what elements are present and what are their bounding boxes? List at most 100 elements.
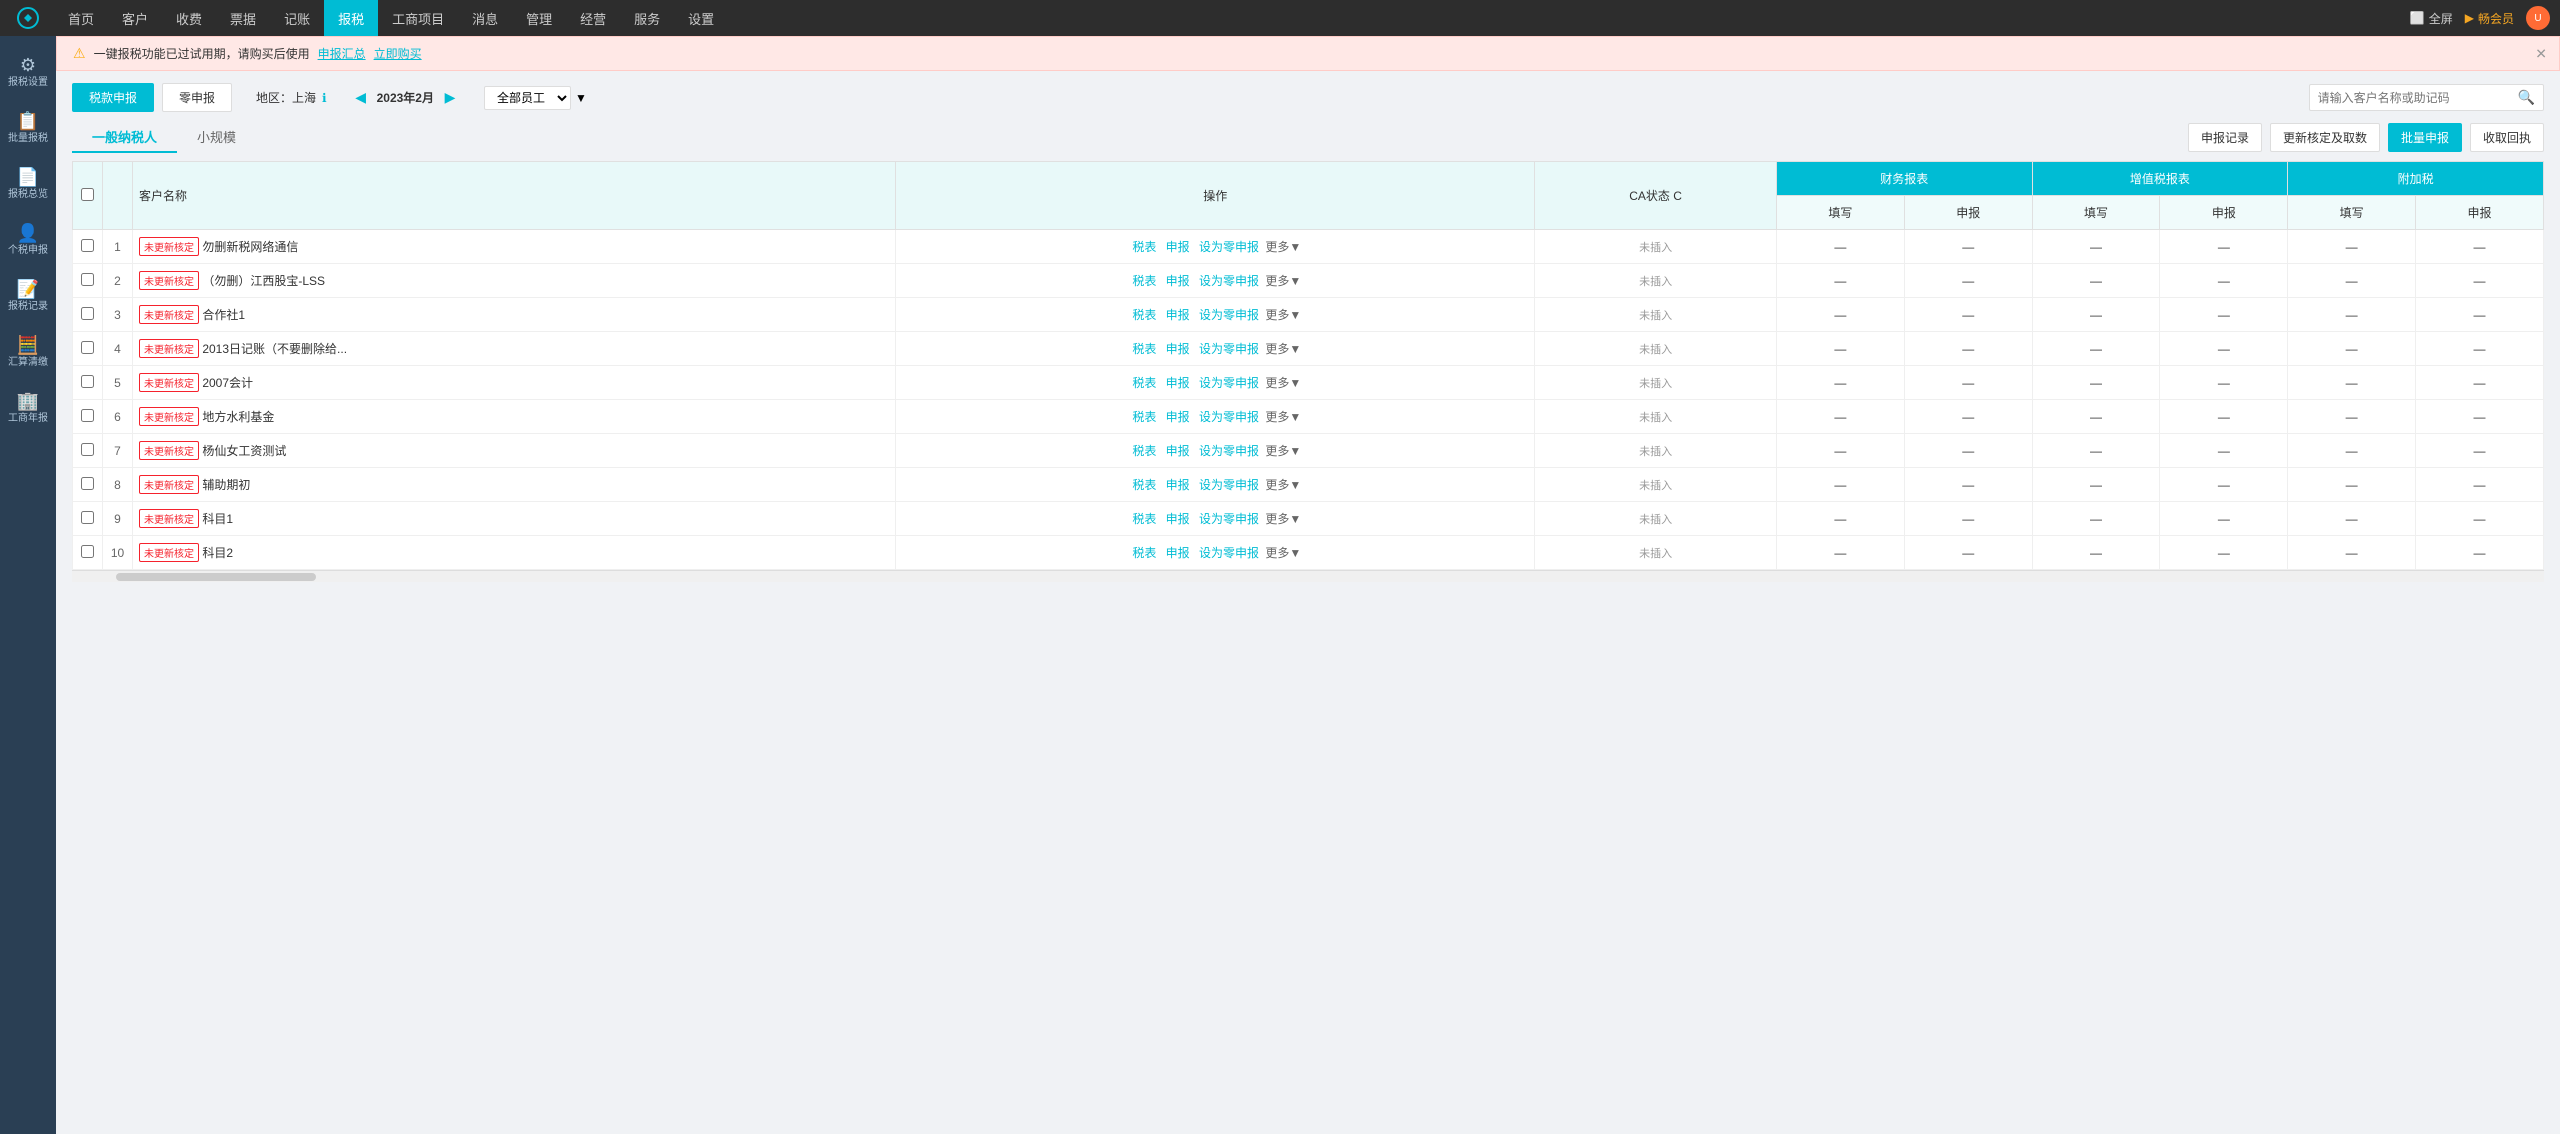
nav-settings[interactable]: 设置 — [674, 0, 728, 36]
row-op-declare-8[interactable]: 申报 — [1166, 512, 1190, 526]
nav-operations[interactable]: 经营 — [566, 0, 620, 36]
row-add-fill-5: — — [2288, 400, 2416, 434]
row-op-more-4[interactable]: 更多▼ — [1265, 376, 1301, 390]
row-checkbox-9[interactable] — [81, 545, 94, 558]
sidebar-item-personaltax[interactable]: 👤 个税申报 — [0, 212, 56, 268]
horizontal-scrollbar[interactable] — [72, 570, 2544, 582]
nav-invoice[interactable]: 票据 — [216, 0, 270, 36]
nav-home[interactable]: 首页 — [54, 0, 108, 36]
nav-management[interactable]: 管理 — [512, 0, 566, 36]
row-op-declare-0[interactable]: 申报 — [1166, 240, 1190, 254]
row-op-declare-6[interactable]: 申报 — [1166, 444, 1190, 458]
upgrade-button[interactable]: ▶ 畅会员 — [2465, 10, 2514, 27]
banner-link2[interactable]: 立即购买 — [374, 45, 422, 62]
row-op-more-8[interactable]: 更多▼ — [1265, 512, 1301, 526]
period-next-button[interactable]: ▶ — [440, 88, 460, 108]
row-op-more-2[interactable]: 更多▼ — [1265, 308, 1301, 322]
nav-message[interactable]: 消息 — [458, 0, 512, 36]
row-checkbox-8[interactable] — [81, 511, 94, 524]
sidebar-item-taxoverview[interactable]: 📄 报税总览 — [0, 156, 56, 212]
search-button[interactable]: 🔍 — [2510, 85, 2543, 110]
row-op-declare-7[interactable]: 申报 — [1166, 478, 1190, 492]
submit-record-button[interactable]: 申报记录 — [2188, 123, 2262, 152]
row-op-taxform-3[interactable]: 税表 — [1132, 342, 1156, 356]
nav-services[interactable]: 服务 — [620, 0, 674, 36]
row-op-more-5[interactable]: 更多▼ — [1265, 410, 1301, 424]
tab-small-taxpayer[interactable]: 小规模 — [177, 122, 256, 153]
row-op-declare-9[interactable]: 申报 — [1166, 546, 1190, 560]
sidebar-item-taxsettings[interactable]: ⚙ 报税设置 — [0, 44, 56, 100]
row-op-declare-1[interactable]: 申报 — [1166, 274, 1190, 288]
staff-select-dropdown[interactable]: 全部员工 — [484, 86, 571, 110]
update-confirm-button[interactable]: 更新核定及取数 — [2270, 123, 2380, 152]
sidebar-item-taxrecord[interactable]: 📝 报税记录 — [0, 268, 56, 324]
row-op-setzero-1[interactable]: 设为零申报 — [1199, 274, 1259, 288]
tab-zero-declaration[interactable]: 零申报 — [162, 83, 232, 112]
row-checkbox-1[interactable] — [81, 273, 94, 286]
row-op-taxform-8[interactable]: 税表 — [1132, 512, 1156, 526]
row-op-more-7[interactable]: 更多▼ — [1265, 478, 1301, 492]
row-add-declare-7: — — [2416, 468, 2544, 502]
row-checkbox-4[interactable] — [81, 375, 94, 388]
row-number-8: 9 — [103, 502, 133, 536]
row-checkbox-5[interactable] — [81, 409, 94, 422]
taxpayer-type-tabs-row: 一般纳税人 小规模 申报记录 更新核定及取数 批量申报 收取回执 — [72, 122, 2544, 153]
row-checkbox-7[interactable] — [81, 477, 94, 490]
row-op-more-9[interactable]: 更多▼ — [1265, 546, 1301, 560]
banner-link1[interactable]: 申报汇总 — [318, 45, 366, 62]
row-op-declare-2[interactable]: 申报 — [1166, 308, 1190, 322]
nav-taxdeclaration[interactable]: 报税 — [324, 0, 378, 36]
tab-tax-declaration[interactable]: 税款申报 — [72, 83, 154, 112]
row-op-declare-3[interactable]: 申报 — [1166, 342, 1190, 356]
nav-accounting[interactable]: 记账 — [270, 0, 324, 36]
nav-customer[interactable]: 客户 — [108, 0, 162, 36]
row-ca-uninput-7: 未插入 — [1639, 480, 1672, 492]
row-op-more-3[interactable]: 更多▼ — [1265, 342, 1301, 356]
row-op-declare-4[interactable]: 申报 — [1166, 376, 1190, 390]
sidebar-item-annualsettlement[interactable]: 🧮 汇算清缴 — [0, 324, 56, 380]
row-op-setzero-9[interactable]: 设为零申报 — [1199, 546, 1259, 560]
row-checkbox-6[interactable] — [81, 443, 94, 456]
row-op-taxform-7[interactable]: 税表 — [1132, 478, 1156, 492]
batch-submit-button[interactable]: 批量申报 — [2388, 123, 2462, 152]
row-op-setzero-4[interactable]: 设为零申报 — [1199, 376, 1259, 390]
row-op-more-1[interactable]: 更多▼ — [1265, 274, 1301, 288]
row-op-taxform-6[interactable]: 税表 — [1132, 444, 1156, 458]
row-op-setzero-5[interactable]: 设为零申报 — [1199, 410, 1259, 424]
row-op-setzero-3[interactable]: 设为零申报 — [1199, 342, 1259, 356]
row-op-taxform-5[interactable]: 税表 — [1132, 410, 1156, 424]
search-input[interactable] — [2310, 87, 2510, 109]
row-operations-6: 税表 申报 设为零申报 更多▼ — [896, 434, 1535, 468]
row-op-taxform-0[interactable]: 税表 — [1132, 240, 1156, 254]
tab-general-taxpayer[interactable]: 一般纳税人 — [72, 122, 177, 153]
row-op-setzero-6[interactable]: 设为零申报 — [1199, 444, 1259, 458]
row-op-more-0[interactable]: 更多▼ — [1265, 240, 1301, 254]
sidebar-item-batchdeclaration[interactable]: 📋 批量报税 — [0, 100, 56, 156]
row-fin-fill-5: — — [1776, 400, 1904, 434]
nav-bizproject[interactable]: 工商项目 — [378, 0, 458, 36]
row-op-more-6[interactable]: 更多▼ — [1265, 444, 1301, 458]
row-op-setzero-8[interactable]: 设为零申报 — [1199, 512, 1259, 526]
row-op-declare-5[interactable]: 申报 — [1166, 410, 1190, 424]
period-prev-button[interactable]: ◀ — [351, 88, 371, 108]
fullscreen-button[interactable]: ⬜ 全屏 — [2410, 10, 2453, 27]
banner-close-button[interactable]: ✕ — [2535, 45, 2547, 62]
scrollbar-thumb[interactable] — [116, 573, 316, 581]
sidebar-item-annualreport[interactable]: 🏢 工商年报 — [0, 380, 56, 436]
row-checkbox-0[interactable] — [81, 239, 94, 252]
select-all-checkbox[interactable] — [81, 188, 94, 201]
row-op-taxform-1[interactable]: 税表 — [1132, 274, 1156, 288]
row-checkbox-2[interactable] — [81, 307, 94, 320]
app-logo[interactable] — [10, 0, 46, 36]
row-op-setzero-2[interactable]: 设为零申报 — [1199, 308, 1259, 322]
row-op-taxform-9[interactable]: 税表 — [1132, 546, 1156, 560]
row-op-setzero-7[interactable]: 设为零申报 — [1199, 478, 1259, 492]
row-op-taxform-2[interactable]: 税表 — [1132, 308, 1156, 322]
nav-billing[interactable]: 收费 — [162, 0, 216, 36]
row-checkbox-3[interactable] — [81, 341, 94, 354]
user-avatar[interactable]: U — [2526, 6, 2550, 30]
region-info-icon[interactable]: ℹ — [322, 91, 327, 105]
retrieve-return-button[interactable]: 收取回执 — [2470, 123, 2544, 152]
row-op-taxform-4[interactable]: 税表 — [1132, 376, 1156, 390]
row-op-setzero-0[interactable]: 设为零申报 — [1199, 240, 1259, 254]
